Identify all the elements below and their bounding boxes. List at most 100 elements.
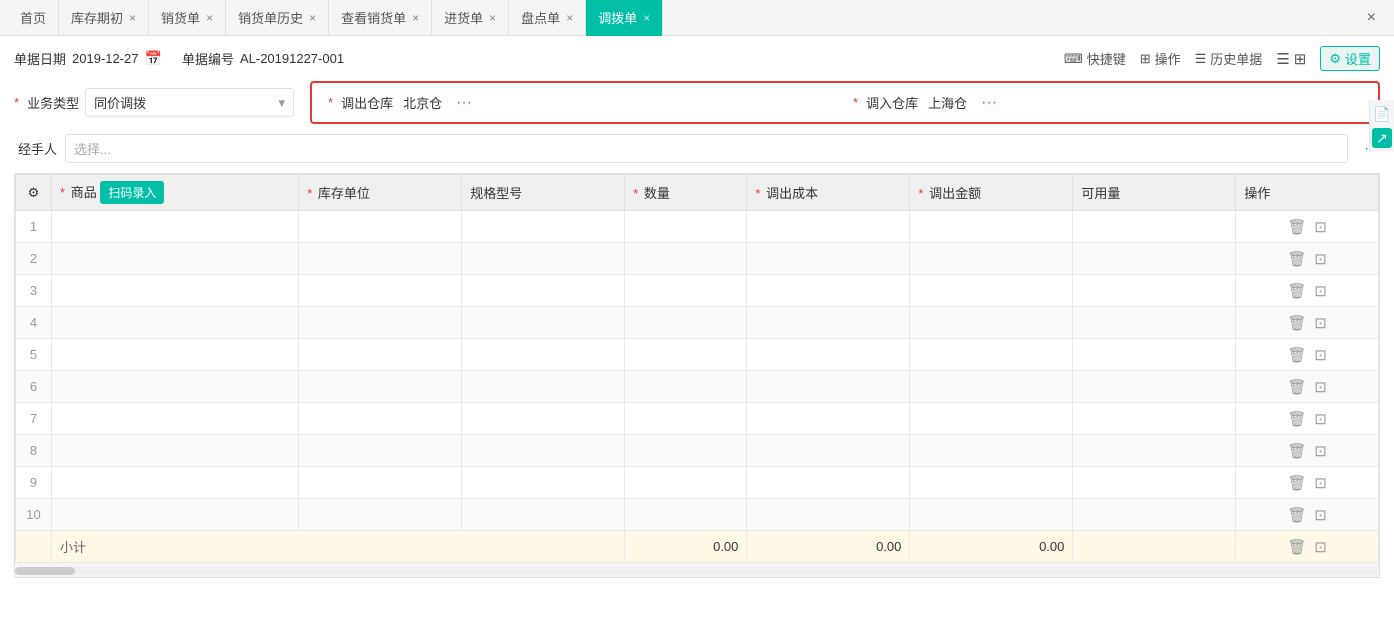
row-spec-5[interactable] [462, 339, 625, 371]
tab-inventory-check-close[interactable]: × [566, 11, 573, 25]
tab-transfer-order[interactable]: 调拨单 × [586, 0, 663, 36]
row-amount-5[interactable] [910, 339, 1073, 371]
copy-row-icon-9[interactable]: ⊡ [1314, 475, 1327, 492]
row-spec-8[interactable] [462, 435, 625, 467]
row-cost-7[interactable] [747, 403, 910, 435]
delete-row-icon-5[interactable]: 🗑 [1288, 347, 1307, 364]
horizontal-scrollbar[interactable] [15, 567, 1379, 575]
row-qty-5[interactable] [625, 339, 747, 371]
tab-sales-order-close[interactable]: × [206, 11, 213, 25]
row-goods-8[interactable] [52, 435, 299, 467]
copy-row-icon-6[interactable]: ⊡ [1314, 379, 1327, 396]
row-goods-4[interactable] [52, 307, 299, 339]
tab-sales-order[interactable]: 销货单 × [149, 0, 226, 36]
row-goods-6[interactable] [52, 371, 299, 403]
row-unit-1[interactable] [299, 211, 462, 243]
row-cost-2[interactable] [747, 243, 910, 275]
tab-inventory-init[interactable]: 库存期初 × [59, 0, 149, 36]
row-qty-7[interactable] [625, 403, 747, 435]
row-cost-1[interactable] [747, 211, 910, 243]
row-spec-10[interactable] [462, 499, 625, 531]
tab-transfer-order-close[interactable]: × [643, 11, 650, 25]
tab-home[interactable]: 首页 [8, 0, 59, 36]
row-cost-9[interactable] [747, 467, 910, 499]
row-qty-9[interactable] [625, 467, 747, 499]
copy-row-icon-2[interactable]: ⊡ [1314, 251, 1327, 268]
row-unit-5[interactable] [299, 339, 462, 371]
calendar-icon[interactable]: 📅 [145, 50, 162, 67]
scan-btn[interactable]: 扫码录入 [100, 181, 164, 204]
delete-row-icon-3[interactable]: 🗑 [1288, 283, 1307, 300]
copy-icon[interactable]: ⊡ [1314, 539, 1327, 556]
row-qty-8[interactable] [625, 435, 747, 467]
row-goods-7[interactable] [52, 403, 299, 435]
sidebar-export-icon[interactable]: ↗ [1372, 128, 1392, 148]
delete-row-icon-9[interactable]: 🗑 [1288, 475, 1307, 492]
delete-row-icon-8[interactable]: 🗑 [1288, 443, 1307, 460]
row-cost-6[interactable] [747, 371, 910, 403]
row-spec-3[interactable] [462, 275, 625, 307]
row-cost-10[interactable] [747, 499, 910, 531]
row-spec-1[interactable] [462, 211, 625, 243]
row-spec-6[interactable] [462, 371, 625, 403]
row-amount-10[interactable] [910, 499, 1073, 531]
delete-row-icon-6[interactable]: 🗑 [1288, 379, 1307, 396]
copy-row-icon-3[interactable]: ⊡ [1314, 283, 1327, 300]
row-amount-4[interactable] [910, 307, 1073, 339]
row-unit-3[interactable] [299, 275, 462, 307]
scrollbar-thumb[interactable] [15, 567, 75, 575]
row-unit-6[interactable] [299, 371, 462, 403]
row-cost-3[interactable] [747, 275, 910, 307]
row-qty-10[interactable] [625, 499, 747, 531]
row-qty-4[interactable] [625, 307, 747, 339]
row-cost-4[interactable] [747, 307, 910, 339]
row-unit-4[interactable] [299, 307, 462, 339]
delete-row-icon-1[interactable]: 🗑 [1288, 219, 1307, 236]
row-amount-2[interactable] [910, 243, 1073, 275]
transfer-out-ellipsis[interactable]: ··· [456, 94, 472, 112]
row-unit-7[interactable] [299, 403, 462, 435]
row-goods-2[interactable] [52, 243, 299, 275]
copy-row-icon-7[interactable]: ⊡ [1314, 411, 1327, 428]
row-spec-9[interactable] [462, 467, 625, 499]
tab-purchase-order[interactable]: 进货单 × [432, 0, 509, 36]
layout-grid-icon[interactable]: ⊞ [1294, 50, 1307, 68]
row-qty-6[interactable] [625, 371, 747, 403]
settings-btn[interactable]: ⚙ 设置 [1320, 46, 1380, 71]
row-amount-3[interactable] [910, 275, 1073, 307]
row-unit-8[interactable] [299, 435, 462, 467]
operations-btn[interactable]: ⊞ 操作 [1140, 49, 1181, 68]
row-goods-3[interactable] [52, 275, 299, 307]
tab-inventory-init-close[interactable]: × [129, 11, 136, 25]
copy-row-icon-1[interactable]: ⊡ [1314, 219, 1327, 236]
tab-sales-history[interactable]: 销货单历史 × [226, 0, 329, 36]
row-spec-7[interactable] [462, 403, 625, 435]
row-qty-3[interactable] [625, 275, 747, 307]
delete-row-icon-7[interactable]: 🗑 [1288, 411, 1307, 428]
tab-inventory-check[interactable]: 盘点单 × [509, 0, 586, 36]
row-amount-7[interactable] [910, 403, 1073, 435]
copy-row-icon-10[interactable]: ⊡ [1314, 507, 1327, 524]
tab-view-sales[interactable]: 查看销货单 × [329, 0, 432, 36]
history-btn[interactable]: ☰ 历史单据 [1195, 49, 1263, 68]
business-type-select[interactable]: 同价调拨 ▾ [85, 88, 294, 117]
layout-list-icon[interactable]: ☰ [1276, 50, 1289, 68]
transfer-in-ellipsis[interactable]: ··· [981, 94, 997, 112]
row-goods-9[interactable] [52, 467, 299, 499]
row-unit-2[interactable] [299, 243, 462, 275]
copy-row-icon-4[interactable]: ⊡ [1314, 315, 1327, 332]
row-amount-6[interactable] [910, 371, 1073, 403]
row-spec-2[interactable] [462, 243, 625, 275]
copy-row-icon-5[interactable]: ⊡ [1314, 347, 1327, 364]
tab-sales-history-close[interactable]: × [309, 11, 316, 25]
row-goods-1[interactable] [52, 211, 299, 243]
delete-row-icon-10[interactable]: 🗑 [1288, 507, 1307, 524]
row-amount-9[interactable] [910, 467, 1073, 499]
row-unit-9[interactable] [299, 467, 462, 499]
row-amount-8[interactable] [910, 435, 1073, 467]
window-close-button[interactable]: × [1357, 9, 1386, 27]
row-spec-4[interactable] [462, 307, 625, 339]
tab-view-sales-close[interactable]: × [412, 11, 419, 25]
row-qty-1[interactable] [625, 211, 747, 243]
row-goods-10[interactable] [52, 499, 299, 531]
